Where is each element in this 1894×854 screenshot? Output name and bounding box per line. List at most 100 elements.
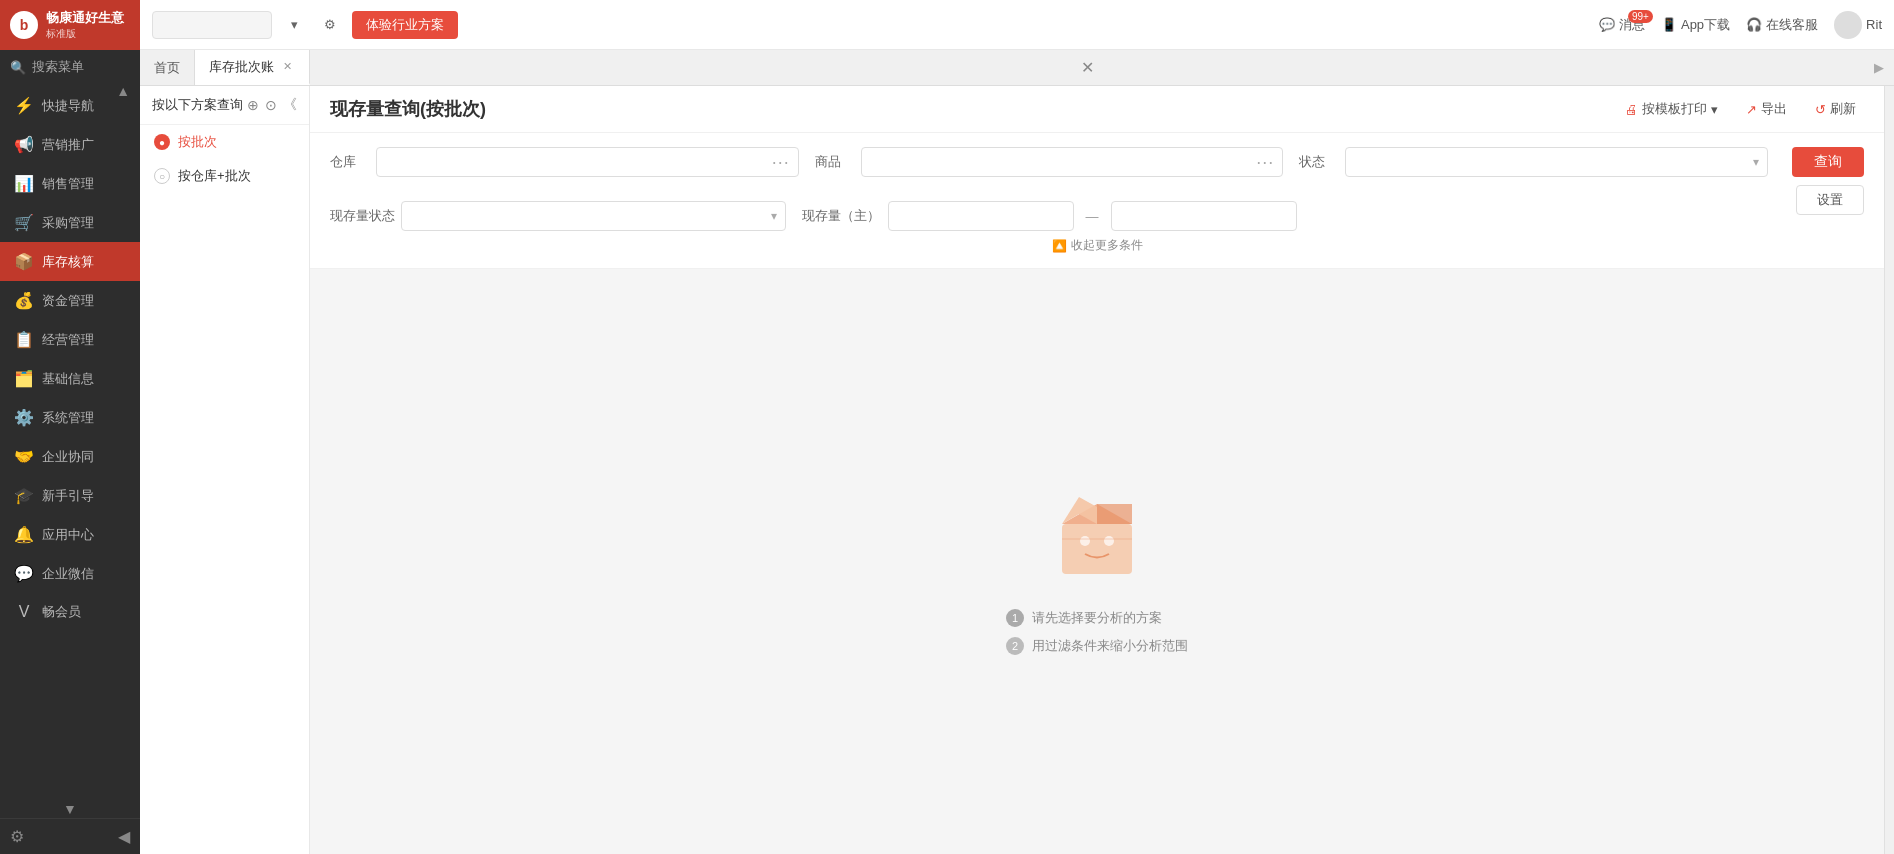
- page-header: 现存量查询(按批次) 🖨 按模板打印 ▾ ↗ 导出 ↺ 刷新: [310, 86, 1884, 133]
- experience-button[interactable]: 体验行业方案: [352, 11, 458, 39]
- status-label: 状态: [1299, 153, 1339, 171]
- tab-batch-account[interactable]: 库存批次账 ✕: [195, 50, 310, 85]
- stock-qty-from[interactable]: [888, 201, 1074, 231]
- sidebar-item-operation[interactable]: 📋 经营管理: [0, 320, 140, 359]
- phone-icon: 📱: [1661, 17, 1677, 32]
- message-badge: 99+: [1628, 10, 1653, 23]
- filter-row-1: 仓库 ··· 商品 ···: [330, 147, 1768, 177]
- page-title: 现存量查询(按批次): [330, 97, 486, 121]
- sidebar-settings-icon[interactable]: ⚙: [10, 827, 24, 846]
- topbar-left: ▾ ⚙ 体验行业方案: [152, 11, 1589, 39]
- scheme-settings-btn[interactable]: ⊙: [265, 97, 277, 113]
- app-download-btn[interactable]: 📱 App下载: [1661, 16, 1730, 34]
- sidebar-item-app-center[interactable]: 🔔 应用中心: [0, 515, 140, 554]
- finance-icon: 💰: [14, 291, 34, 310]
- print-dropdown-arrow[interactable]: ▾: [1711, 102, 1718, 117]
- export-btn[interactable]: ↗ 导出: [1738, 96, 1795, 122]
- status-select[interactable]: ▾: [1345, 147, 1768, 177]
- left-panel-header: 按以下方案查询 ⊕ ⊙ 《: [140, 86, 309, 125]
- product-label: 商品: [815, 153, 855, 171]
- status-filter: 状态 ▾: [1299, 147, 1768, 177]
- scheme-dot-active: ●: [154, 134, 170, 150]
- sidebar-item-enterprise-wx[interactable]: 💬 企业微信: [0, 554, 140, 593]
- sidebar-scroll-up[interactable]: ▲: [116, 84, 130, 98]
- empty-illustration: [1037, 469, 1157, 589]
- topbar: ▾ ⚙ 体验行业方案 💬 消息 99+ 📱 App下载 🎧 在线客服: [140, 0, 1894, 50]
- app-title: 畅康通好生意 标准版: [46, 10, 124, 40]
- warehouse-filter: 仓库 ···: [330, 147, 799, 177]
- sidebar-collapse-icon[interactable]: ◀: [118, 827, 130, 846]
- enterprise-wx-icon: 💬: [14, 564, 34, 583]
- filter-fields: 仓库 ··· 商品 ···: [330, 147, 1768, 231]
- stock-qty-filter: 现存量（主） —: [802, 201, 1297, 231]
- warehouse-input[interactable]: ···: [376, 147, 799, 177]
- stock-status-chevron-icon: ▾: [771, 209, 777, 223]
- sidebar-item-finance[interactable]: 💰 资金管理: [0, 281, 140, 320]
- export-icon: ↗: [1746, 102, 1757, 117]
- collapse-row: 🔼 收起更多条件: [330, 231, 1864, 254]
- sidebar-scroll-down[interactable]: ▼: [63, 802, 77, 816]
- quick-nav-icon: ⚡: [14, 96, 34, 115]
- print-btn[interactable]: 🖨 按模板打印 ▾: [1617, 96, 1726, 122]
- sidebar-item-vip[interactable]: V 畅会员: [0, 593, 140, 631]
- sidebar-item-collab[interactable]: 🤝 企业协同: [0, 437, 140, 476]
- page-header-actions: 🖨 按模板打印 ▾ ↗ 导出 ↺ 刷新: [1617, 96, 1864, 122]
- product-input[interactable]: ···: [861, 147, 1284, 177]
- stock-status-select[interactable]: ▾: [401, 201, 786, 231]
- tab-home[interactable]: 首页: [140, 50, 195, 85]
- sidebar-item-basic[interactable]: 🗂️ 基础信息: [0, 359, 140, 398]
- messages-btn[interactable]: 💬 消息 99+: [1599, 16, 1645, 34]
- refresh-btn[interactable]: ↺ 刷新: [1807, 96, 1864, 122]
- settings-button[interactable]: 设置: [1796, 185, 1864, 215]
- scheme-dot-inactive: ○: [154, 168, 170, 184]
- sidebar-item-purchase[interactable]: 🛒 采购管理: [0, 203, 140, 242]
- gear-icon: ⚙: [324, 17, 336, 32]
- empty-tip-1: 1 请先选择要分析的方案: [1006, 609, 1188, 627]
- close-all-icon: ✕: [1081, 58, 1094, 77]
- system-icon: ⚙️: [14, 408, 34, 427]
- tabbar: 首页 库存批次账 ✕ ✕ ▶: [140, 50, 1894, 86]
- collapse-button[interactable]: 🔼 收起更多条件: [1052, 237, 1143, 254]
- sidebar-item-marketing[interactable]: 📢 营销推广: [0, 125, 140, 164]
- close-all-tabs[interactable]: ✕: [1071, 50, 1104, 85]
- scheme-item-by-warehouse-batch[interactable]: ○ 按仓库+批次: [140, 159, 309, 193]
- right-panel: 现存量查询(按批次) 🖨 按模板打印 ▾ ↗ 导出 ↺ 刷新: [310, 86, 1884, 854]
- stock-qty-to[interactable]: [1111, 201, 1297, 231]
- query-button[interactable]: 查询: [1792, 147, 1864, 177]
- filter-area: 仓库 ··· 商品 ···: [310, 133, 1884, 269]
- sidebar-search[interactable]: 🔍 搜索菜单: [0, 50, 140, 84]
- topbar-dropdown-btn[interactable]: ▾: [280, 11, 308, 39]
- sidebar-header: b 畅康通好生意 标准版: [0, 0, 140, 50]
- right-scrollbar[interactable]: [1884, 86, 1894, 854]
- tab-bar-right-arrow[interactable]: ▶: [1874, 60, 1884, 75]
- scheme-item-by-batch[interactable]: ● 按批次: [140, 125, 309, 159]
- stock-status-filter: 现存量状态 ▾: [330, 201, 786, 231]
- sidebar-footer: ⚙ ◀: [0, 818, 140, 854]
- headset-icon: 🎧: [1746, 17, 1762, 32]
- warehouse-label: 仓库: [330, 153, 370, 171]
- purchase-icon: 🛒: [14, 213, 34, 232]
- sidebar-item-inventory[interactable]: 📦 库存核算: [0, 242, 140, 281]
- content-area: 按以下方案查询 ⊕ ⊙ 《 ● 按批次 ○ 按仓库+批次 现存量查询(按批次): [140, 86, 1894, 854]
- online-service-btn[interactable]: 🎧 在线客服: [1746, 16, 1818, 34]
- vip-icon: V: [14, 603, 34, 621]
- avatar: [1834, 11, 1862, 39]
- close-tab-batch[interactable]: ✕: [280, 59, 295, 74]
- topbar-settings-btn[interactable]: ⚙: [316, 11, 344, 39]
- collapse-left-panel-btn[interactable]: 《: [283, 96, 297, 114]
- sidebar: b 畅康通好生意 标准版 🔍 搜索菜单 ▲ ⚡ 快捷导航 📢 营销推广 📊 销售…: [0, 0, 140, 854]
- sidebar-item-newbie[interactable]: 🎓 新手引导: [0, 476, 140, 515]
- svg-marker-2: [1097, 504, 1132, 524]
- add-scheme-btn[interactable]: ⊕: [247, 97, 259, 113]
- status-chevron-icon: ▾: [1753, 155, 1759, 169]
- user-profile-btn[interactable]: Rit: [1834, 11, 1882, 39]
- empty-area: 1 请先选择要分析的方案 2 用过滤条件来缩小分析范围: [310, 269, 1884, 854]
- svg-rect-0: [1062, 524, 1132, 574]
- message-icon: 💬: [1599, 17, 1615, 32]
- username: Rit: [1866, 17, 1882, 32]
- collapse-up-icon: 🔼: [1052, 239, 1067, 253]
- left-panel-actions: ⊕ ⊙ 《: [247, 96, 297, 114]
- sidebar-item-system[interactable]: ⚙️ 系统管理: [0, 398, 140, 437]
- sidebar-item-sales[interactable]: 📊 销售管理: [0, 164, 140, 203]
- marketing-icon: 📢: [14, 135, 34, 154]
